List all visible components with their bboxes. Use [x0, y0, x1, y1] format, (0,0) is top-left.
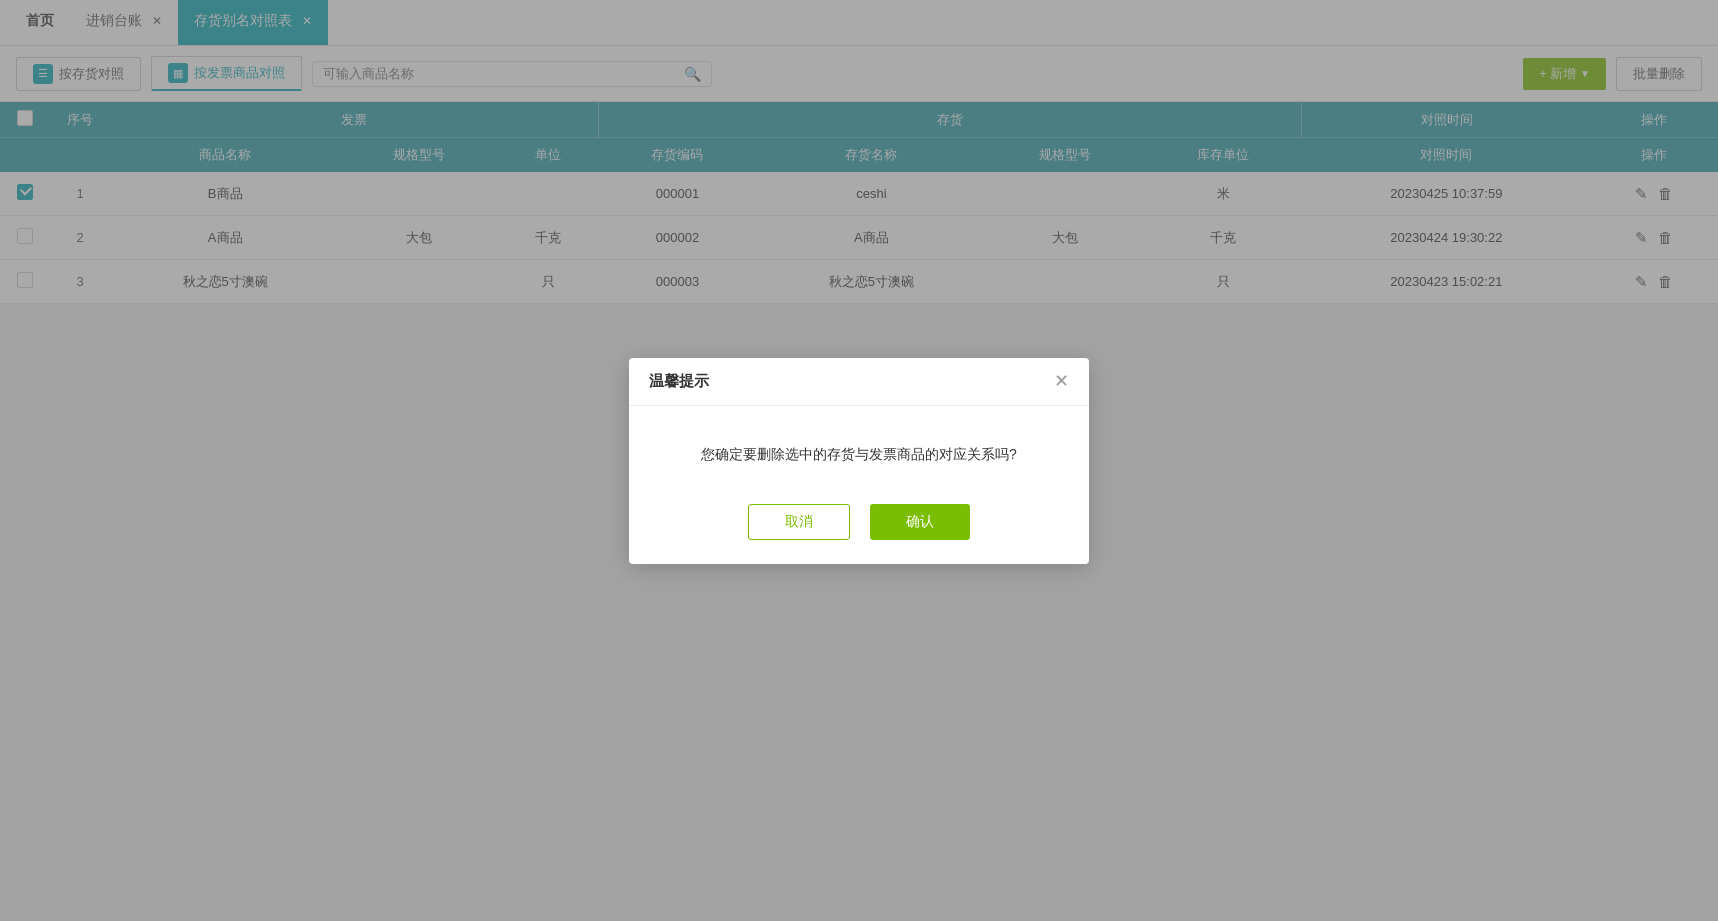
modal-overlay: 温馨提示 ✕ 您确定要删除选中的存货与发票商品的对应关系吗? 取消 确认	[0, 0, 1718, 304]
